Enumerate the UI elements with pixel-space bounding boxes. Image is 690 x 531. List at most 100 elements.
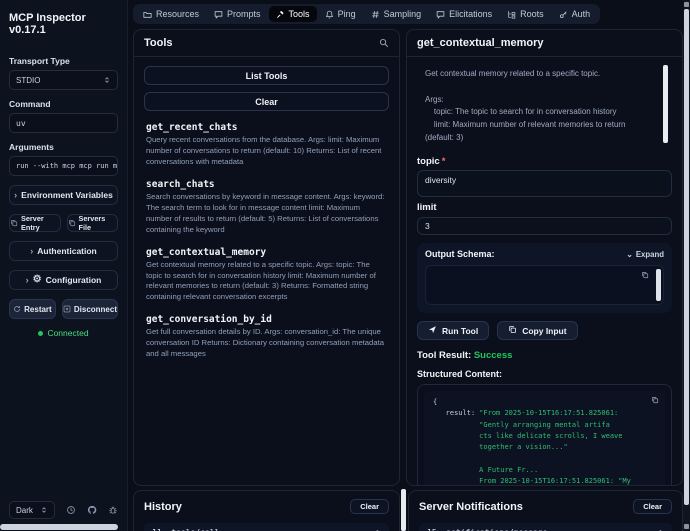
tools-panel: Tools List Tools Clear get_recent_chats Q… bbox=[133, 29, 400, 486]
clear-history-button[interactable]: Clear bbox=[350, 499, 389, 514]
schema-scrollbar[interactable] bbox=[656, 269, 661, 301]
chevron-up-down-icon bbox=[40, 506, 48, 514]
tool-list-item[interactable]: search_chats Search conversations by keyw… bbox=[146, 179, 387, 236]
tab-tools[interactable]: Tools bbox=[268, 6, 317, 22]
output-schema-label: Output Schema: bbox=[425, 249, 495, 259]
tab-auth[interactable]: Auth bbox=[552, 6, 598, 22]
horizontal-scrollbar-thumb[interactable] bbox=[0, 524, 118, 530]
main-scrollbar-thumb[interactable] bbox=[684, 9, 689, 505]
chevron-right-icon: › bbox=[25, 274, 29, 285]
authentication-button[interactable]: › Authentication bbox=[9, 241, 118, 261]
tool-detail-title: get_contextual_memory bbox=[417, 37, 544, 49]
tab-label: Ping bbox=[337, 9, 356, 19]
hammer-icon bbox=[276, 10, 285, 19]
history-panel: History Clear 11. tools/call ▶ bbox=[133, 490, 400, 531]
tool-description: Search conversations by keyword in messa… bbox=[146, 191, 385, 234]
copy-result-icon[interactable] bbox=[651, 396, 659, 404]
copy-icon bbox=[68, 219, 76, 227]
folder-icon bbox=[143, 10, 152, 19]
tab-roots[interactable]: Roots bbox=[500, 6, 551, 22]
disconnect-button[interactable]: Disconnect bbox=[61, 299, 118, 319]
server-notifications-panel: Server Notifications Clear 15. notificat… bbox=[408, 490, 683, 531]
column-scrollbar-thumb[interactable] bbox=[401, 489, 406, 531]
connection-status: Connected bbox=[9, 328, 118, 338]
output-schema-code: { type: "object" properties: { result: {… bbox=[425, 265, 664, 305]
server-notifications-title: Server Notifications bbox=[419, 500, 523, 513]
run-tool-button[interactable]: Run Tool bbox=[417, 321, 490, 340]
tab-prompts[interactable]: Prompts bbox=[207, 6, 268, 22]
tab-sampling[interactable]: Sampling bbox=[364, 6, 429, 22]
tab-label: Auth bbox=[571, 9, 591, 19]
clear-notifications-button[interactable]: Clear bbox=[633, 499, 672, 514]
connected-dot-icon bbox=[38, 330, 44, 336]
configuration-button[interactable]: › ⚙ Configuration bbox=[9, 270, 118, 290]
copy-schema-icon[interactable] bbox=[641, 271, 649, 279]
expand-schema-toggle[interactable]: ⌄ Expand bbox=[626, 250, 664, 259]
x-square-icon bbox=[63, 305, 71, 313]
message-icon bbox=[214, 10, 223, 19]
tab-resources[interactable]: Resources bbox=[136, 6, 206, 22]
tool-list-item[interactable]: get_contextual_memory Get contextual memo… bbox=[146, 247, 387, 304]
notification-item[interactable]: 15. notifications/message ▶ bbox=[419, 523, 672, 531]
tools-panel-title: Tools bbox=[144, 37, 173, 49]
structured-content-box: { result: "From 2025-10-15T16:17:51.8250… bbox=[417, 384, 672, 485]
chevron-down-icon: ⌄ bbox=[626, 249, 633, 259]
tool-name: search_chats bbox=[146, 178, 215, 190]
output-schema-section: Output Schema: ⌄ Expand { type: "object"… bbox=[417, 243, 672, 313]
main-tab-bar: Resources Prompts Tools Ping Sampling Elicita… bbox=[133, 4, 601, 24]
tool-description: Get contextual memory related to a speci… bbox=[146, 259, 376, 302]
sidebar: MCP Inspector v0.17.1 Transport Type STD… bbox=[0, 0, 128, 531]
list-tools-button[interactable]: List Tools bbox=[144, 66, 389, 85]
scroll-up-arrow[interactable] bbox=[684, 2, 689, 7]
tool-list-item[interactable]: get_conversation_by_id Get full conversat… bbox=[146, 314, 387, 360]
tool-name: get_recent_chats bbox=[146, 122, 238, 133]
servers-file-button[interactable]: Servers File bbox=[66, 214, 118, 232]
tab-elicitations[interactable]: Elicitations bbox=[429, 6, 499, 22]
tool-description: Query recent conversations from the data… bbox=[146, 135, 382, 166]
arguments-input[interactable]: run --with mcp mcp run mcp_server. bbox=[9, 156, 118, 176]
history-clock-icon[interactable] bbox=[66, 505, 76, 515]
app-title: MCP Inspector v0.17.1 bbox=[9, 12, 86, 36]
folder-tree-icon bbox=[507, 10, 516, 19]
structured-content-label: Structured Content: bbox=[417, 369, 502, 379]
description-scrollbar[interactable] bbox=[663, 65, 668, 143]
theme-select[interactable]: Dark bbox=[9, 501, 55, 519]
refresh-icon bbox=[13, 305, 21, 313]
tab-label: Prompts bbox=[227, 9, 261, 19]
tool-description: Get full conversation details by ID. Arg… bbox=[146, 327, 385, 359]
key-icon bbox=[559, 10, 568, 19]
tab-ping[interactable]: Ping bbox=[318, 6, 363, 22]
tool-list-item[interactable]: get_recent_chats Query recent conversatio… bbox=[146, 122, 387, 168]
server-entry-button[interactable]: Server Entry bbox=[9, 214, 61, 232]
tool-detail-panel: get_contextual_memory Get contextual mem… bbox=[406, 29, 683, 486]
environment-variables-button[interactable]: › Environment Variables bbox=[9, 185, 118, 205]
history-title: History bbox=[144, 500, 182, 513]
limit-field-label: limit bbox=[417, 202, 437, 213]
clear-tools-button[interactable]: Clear bbox=[144, 92, 389, 111]
search-icon[interactable] bbox=[379, 38, 389, 48]
restart-button[interactable]: Restart bbox=[9, 299, 56, 319]
hash-icon bbox=[371, 10, 380, 19]
copy-icon bbox=[10, 219, 18, 227]
copy-input-button[interactable]: Copy Input bbox=[497, 321, 578, 340]
mcp-inspector-app: MCP Inspector v0.17.1 Transport Type STD… bbox=[0, 0, 690, 531]
transport-type-select[interactable]: STDIO bbox=[9, 70, 118, 90]
message-icon bbox=[436, 10, 445, 19]
scroll-down-arrow[interactable] bbox=[684, 524, 689, 529]
required-marker: * bbox=[441, 156, 446, 167]
transport-type-label: Transport Type bbox=[9, 56, 70, 66]
limit-input[interactable] bbox=[417, 217, 672, 235]
gear-icon: ⚙ bbox=[32, 274, 42, 285]
tab-label: Elicitations bbox=[449, 9, 493, 19]
topic-input[interactable] bbox=[417, 170, 672, 197]
history-item[interactable]: 11. tools/call ▶ bbox=[144, 523, 389, 531]
github-icon[interactable] bbox=[87, 505, 97, 515]
bug-icon[interactable] bbox=[108, 505, 118, 515]
tool-description: Get contextual memory related to a speci… bbox=[425, 69, 626, 142]
command-label: Command bbox=[9, 99, 51, 109]
bell-icon bbox=[325, 10, 334, 19]
tab-label: Tools bbox=[288, 9, 310, 19]
command-input[interactable]: uv bbox=[9, 113, 118, 133]
main-scrollbar-track[interactable] bbox=[683, 0, 690, 531]
chevron-right-icon: › bbox=[14, 189, 18, 200]
